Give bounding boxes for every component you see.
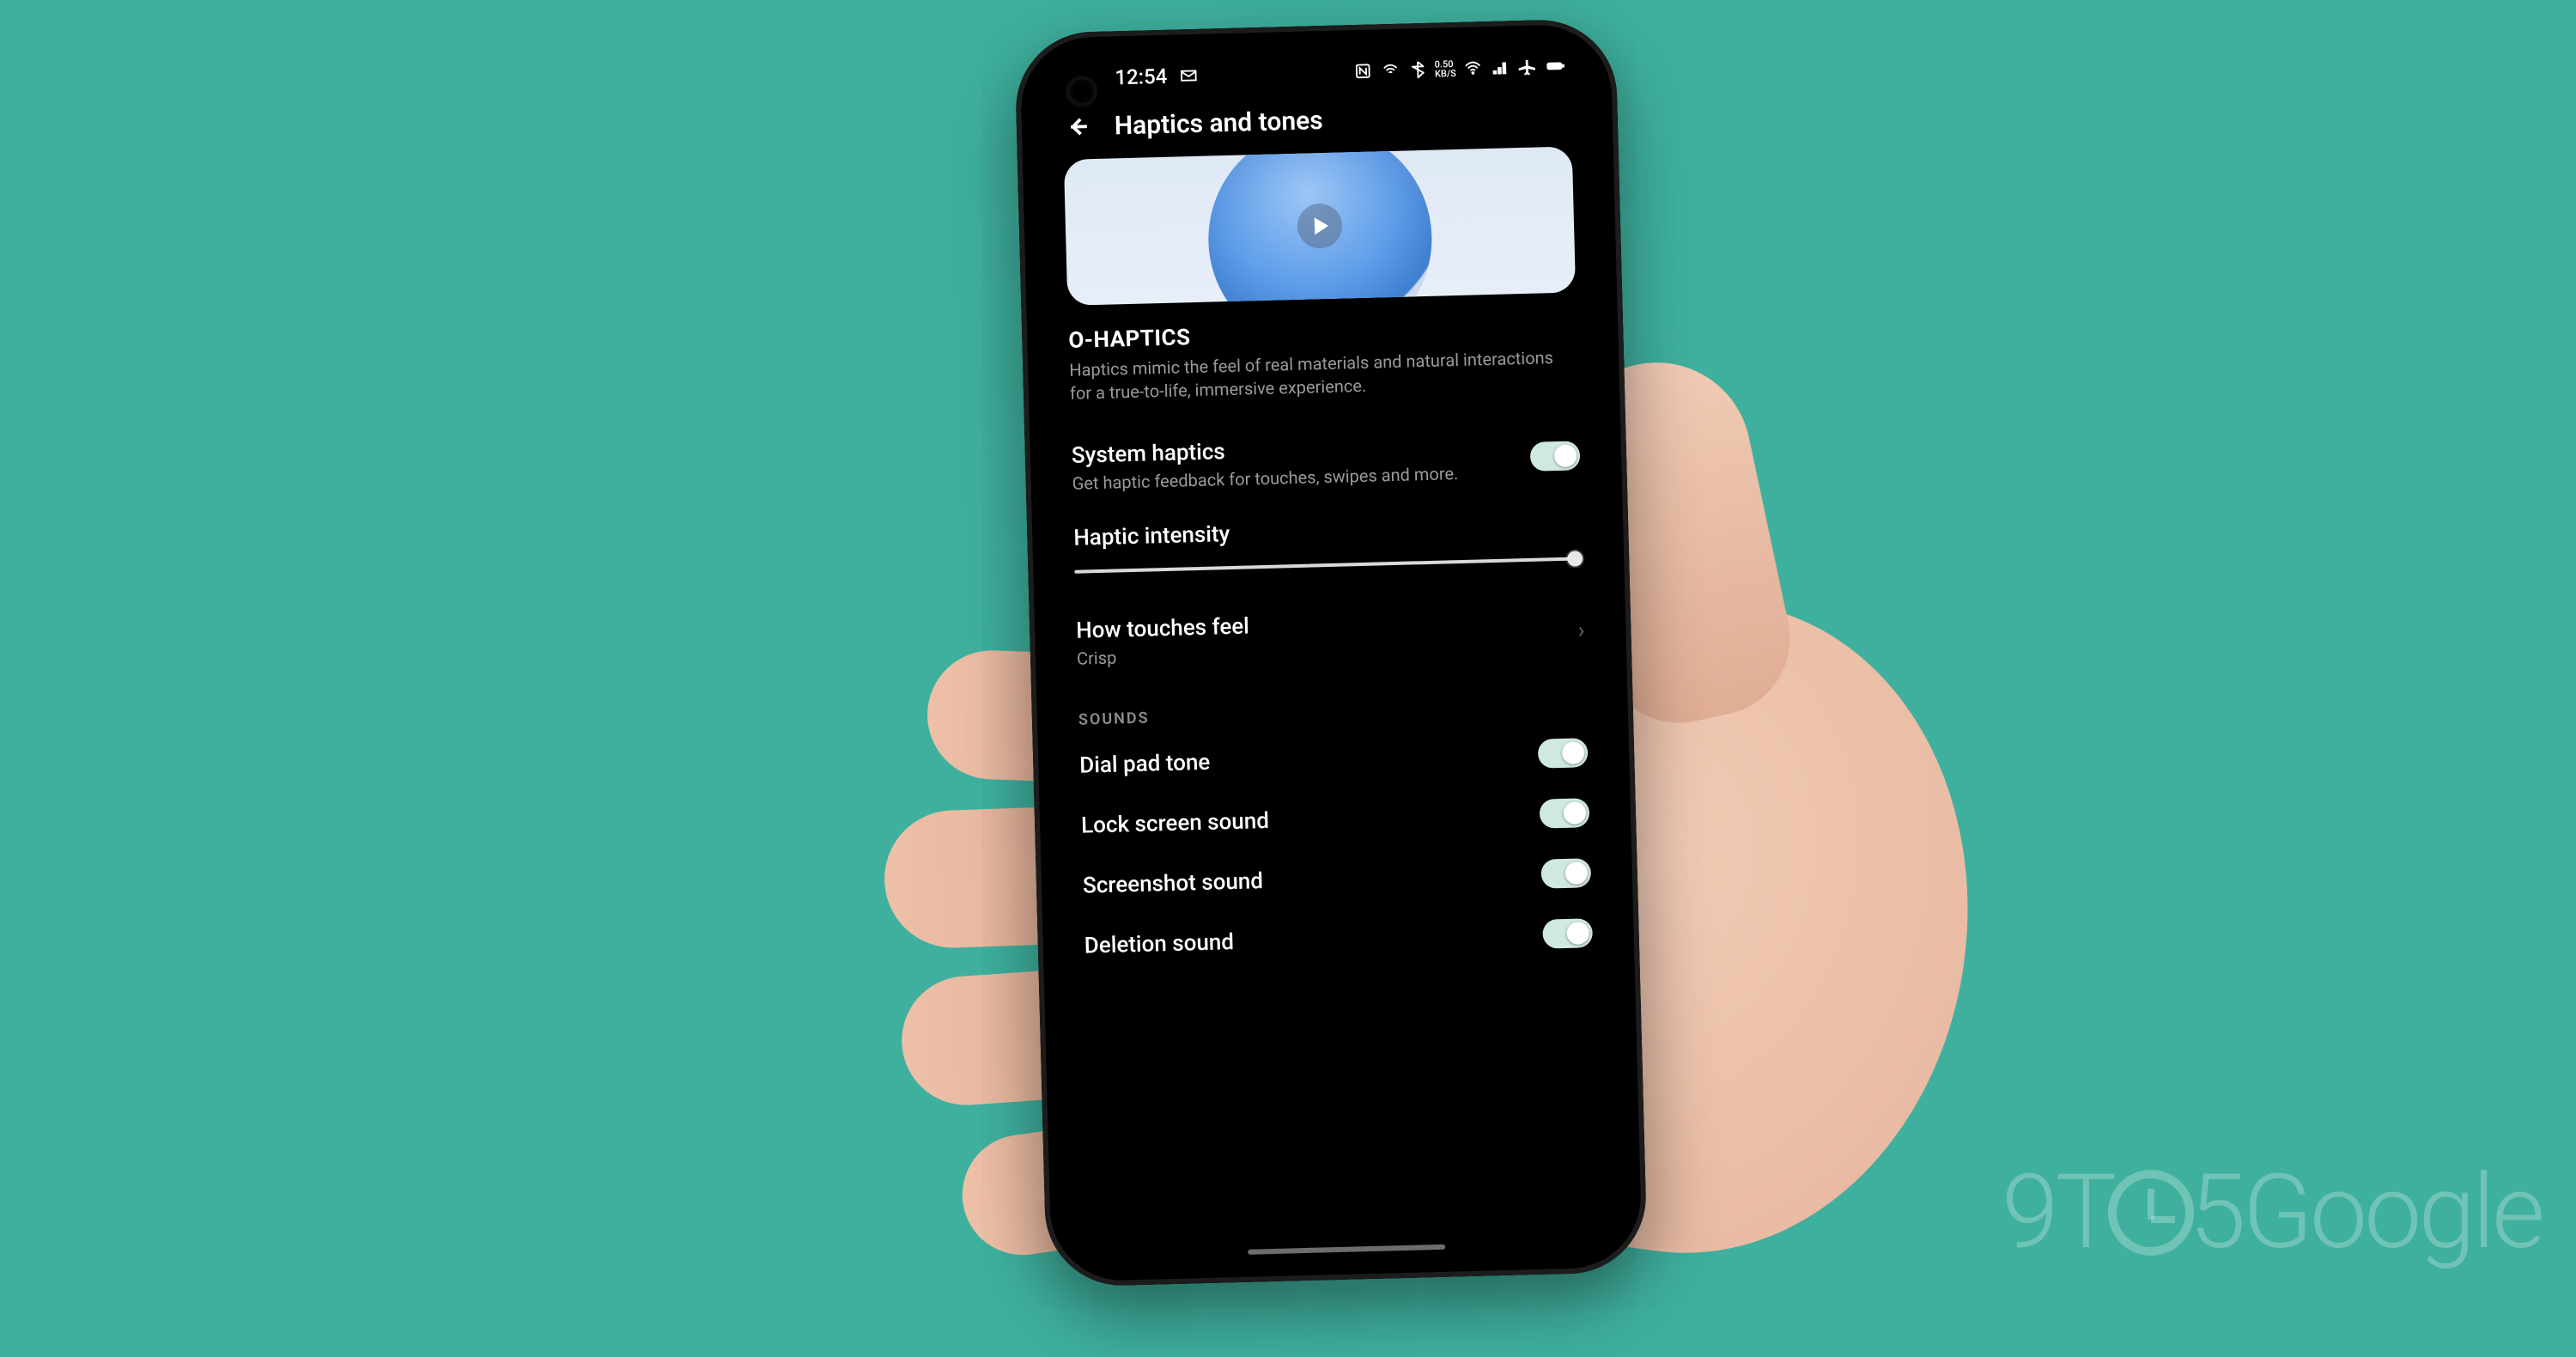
gesture-nav-bar[interactable] bbox=[1248, 1244, 1445, 1255]
content-area: O-HAPTICS Haptics mimic the feel of real… bbox=[1035, 146, 1623, 977]
status-time: 12:54 bbox=[1115, 64, 1168, 90]
watermark-9to5google: 9T5Google bbox=[2002, 1153, 2542, 1273]
lock-screen-sound-toggle[interactable] bbox=[1540, 798, 1590, 829]
lock-screen-sound-label: Lock screen sound bbox=[1081, 801, 1520, 838]
setting-how-touches-feel[interactable]: How touches feel Crisp › bbox=[1075, 589, 1585, 685]
setting-system-haptics[interactable]: System haptics Get haptic feedback for t… bbox=[1071, 414, 1581, 509]
page-title: Haptics and tones bbox=[1114, 106, 1323, 141]
screenshot-sound-label: Screenshot sound bbox=[1083, 861, 1522, 898]
nfc-icon bbox=[1353, 62, 1373, 82]
bluetooth-icon bbox=[1408, 60, 1428, 80]
clock-icon bbox=[2108, 1170, 2194, 1256]
deletion-sound-label: Deletion sound bbox=[1084, 922, 1522, 958]
slider-thumb[interactable] bbox=[1567, 551, 1583, 566]
signal-icon bbox=[1491, 58, 1510, 77]
data-rate-icon: 0.50KB/S bbox=[1436, 59, 1455, 79]
vowifi-icon bbox=[1381, 61, 1400, 81]
dial-pad-tone-label: Dial pad tone bbox=[1079, 741, 1518, 778]
slider-track bbox=[1074, 557, 1583, 573]
wifi-icon bbox=[1463, 58, 1483, 78]
setting-deletion-sound[interactable]: Deletion sound bbox=[1084, 903, 1594, 976]
gmail-icon bbox=[1179, 66, 1199, 86]
airplane-icon bbox=[1518, 57, 1538, 76]
back-button[interactable] bbox=[1062, 111, 1094, 143]
deletion-sound-toggle[interactable] bbox=[1542, 918, 1593, 949]
ohaptics-description: Haptics mimic the feel of real materials… bbox=[1069, 345, 1578, 405]
phone-frame: 12:54 0.50KB/S Haptics and tones bbox=[1014, 18, 1648, 1287]
haptics-demo-video[interactable] bbox=[1064, 146, 1576, 305]
battery-icon bbox=[1546, 57, 1565, 76]
dial-pad-tone-toggle[interactable] bbox=[1538, 738, 1589, 769]
system-haptics-toggle[interactable] bbox=[1530, 441, 1581, 472]
chevron-right-icon: › bbox=[1577, 618, 1585, 643]
screenshot-sound-toggle[interactable] bbox=[1540, 858, 1591, 889]
phone-screen: 12:54 0.50KB/S Haptics and tones bbox=[1031, 34, 1630, 1272]
